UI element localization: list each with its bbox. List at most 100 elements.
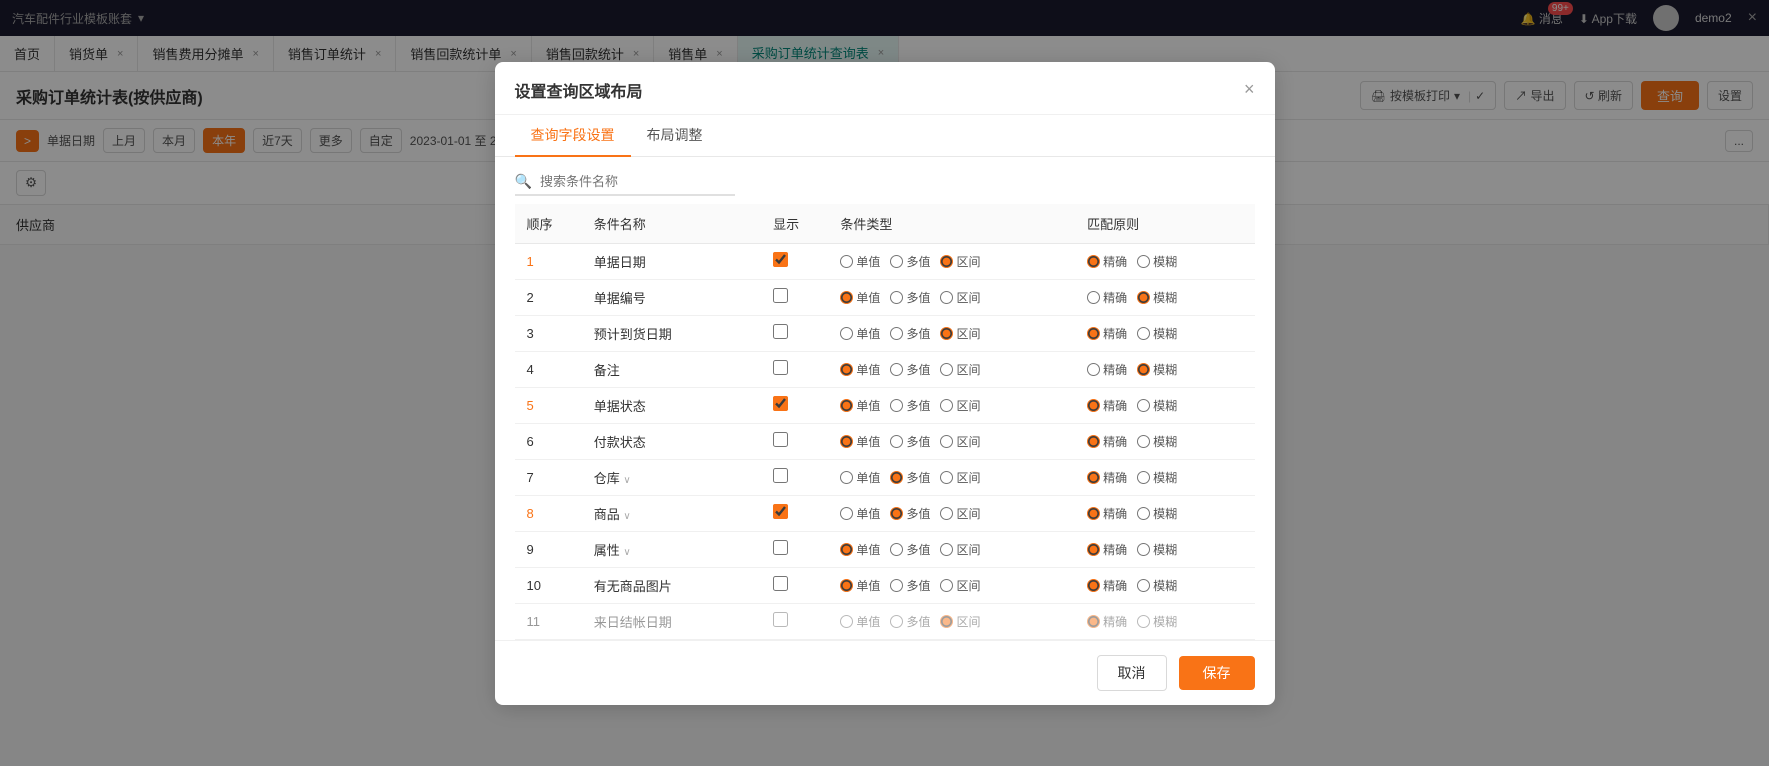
- condition-type-多值[interactable]: 多值: [890, 505, 930, 522]
- display-checkbox[interactable]: [773, 540, 788, 555]
- condition-type-区间[interactable]: 区间: [940, 361, 980, 378]
- cell-display: [761, 603, 828, 639]
- cell-condition-type: 单值多值区间: [828, 459, 1075, 495]
- condition-type-区间[interactable]: 区间: [940, 541, 980, 558]
- dropdown-arrow-icon: ∨: [623, 547, 630, 558]
- condition-type-区间[interactable]: 区间: [940, 325, 980, 342]
- condition-type-多值[interactable]: 多值: [890, 253, 930, 270]
- match-rule-精确[interactable]: 精确: [1087, 613, 1127, 630]
- display-checkbox[interactable]: [773, 252, 788, 267]
- match-rule-模糊[interactable]: 模糊: [1137, 433, 1177, 450]
- condition-type-区间[interactable]: 区间: [940, 289, 980, 306]
- condition-type-单值[interactable]: 单值: [840, 505, 880, 522]
- match-rule-精确[interactable]: 精确: [1087, 361, 1127, 378]
- display-checkbox[interactable]: [773, 432, 788, 447]
- match-rule-精确[interactable]: 精确: [1087, 253, 1127, 270]
- cell-display: [761, 423, 828, 459]
- match-rule-精确[interactable]: 精确: [1087, 505, 1127, 522]
- table-body: 1单据日期单值多值区间精确模糊2单据编号单值多值区间精确模糊3预计到货日期单值多…: [515, 243, 1255, 639]
- condition-type-多值[interactable]: 多值: [890, 613, 930, 630]
- condition-type-区间[interactable]: 区间: [940, 577, 980, 594]
- condition-type-单值[interactable]: 单值: [840, 613, 880, 630]
- condition-type-区间[interactable]: 区间: [940, 253, 980, 270]
- display-checkbox[interactable]: [773, 360, 788, 375]
- modal-overlay: 设置查询区域布局 × 查询字段设置 布局调整 🔍 顺序: [0, 0, 1769, 766]
- match-rule-精确[interactable]: 精确: [1087, 397, 1127, 414]
- modal-search-area: 🔍: [495, 157, 1275, 204]
- modal-dialog: 设置查询区域布局 × 查询字段设置 布局调整 🔍 顺序: [495, 62, 1275, 705]
- match-rule-模糊[interactable]: 模糊: [1137, 541, 1177, 558]
- modal-close-btn[interactable]: ×: [1244, 79, 1255, 100]
- display-checkbox[interactable]: [773, 396, 788, 411]
- cell-condition-name: 来日结帐日期: [582, 603, 761, 639]
- match-rule-精确[interactable]: 精确: [1087, 541, 1127, 558]
- modal-tab-layout[interactable]: 布局调整: [631, 115, 719, 157]
- match-rule-模糊[interactable]: 模糊: [1137, 613, 1177, 630]
- match-rule-模糊[interactable]: 模糊: [1137, 253, 1177, 270]
- cell-display: [761, 495, 828, 531]
- cancel-btn[interactable]: 取消: [1097, 655, 1167, 691]
- match-rule-模糊[interactable]: 模糊: [1137, 505, 1177, 522]
- match-rule-精确[interactable]: 精确: [1087, 325, 1127, 342]
- condition-type-多值[interactable]: 多值: [890, 397, 930, 414]
- display-checkbox[interactable]: [773, 468, 788, 483]
- condition-type-多值[interactable]: 多值: [890, 433, 930, 450]
- cell-condition-type: 单值多值区间: [828, 315, 1075, 351]
- condition-type-单值[interactable]: 单值: [840, 397, 880, 414]
- display-checkbox[interactable]: [773, 576, 788, 591]
- cell-condition-name: 付款状态: [582, 423, 761, 459]
- match-rule-精确[interactable]: 精确: [1087, 469, 1127, 486]
- condition-type-区间[interactable]: 区间: [940, 397, 980, 414]
- condition-type-单值[interactable]: 单值: [840, 541, 880, 558]
- condition-type-单值[interactable]: 单值: [840, 325, 880, 342]
- match-rule-模糊[interactable]: 模糊: [1137, 325, 1177, 342]
- condition-type-区间[interactable]: 区间: [940, 469, 980, 486]
- condition-type-单值[interactable]: 单值: [840, 361, 880, 378]
- match-rule-group: 精确模糊: [1087, 577, 1242, 594]
- cell-match-rule: 精确模糊: [1075, 423, 1254, 459]
- display-checkbox[interactable]: [773, 612, 788, 627]
- condition-table: 顺序 条件名称 显示 条件类型 匹配原则 1单据日期单值多值区间精确模糊2单据编…: [515, 204, 1255, 640]
- condition-type-区间[interactable]: 区间: [940, 505, 980, 522]
- modal-tab-query-field[interactable]: 查询字段设置: [515, 115, 631, 157]
- cell-condition-name: 仓库 ∨: [582, 459, 761, 495]
- display-checkbox[interactable]: [773, 504, 788, 519]
- match-rule-精确[interactable]: 精确: [1087, 577, 1127, 594]
- cell-display: [761, 531, 828, 567]
- condition-type-区间[interactable]: 区间: [940, 433, 980, 450]
- condition-type-单值[interactable]: 单值: [840, 433, 880, 450]
- match-rule-精确[interactable]: 精确: [1087, 289, 1127, 306]
- cell-display: [761, 351, 828, 387]
- condition-type-区间[interactable]: 区间: [940, 613, 980, 630]
- condition-type-单值[interactable]: 单值: [840, 253, 880, 270]
- save-btn[interactable]: 保存: [1179, 656, 1255, 690]
- condition-type-多值[interactable]: 多值: [890, 325, 930, 342]
- condition-type-group: 单值多值区间: [840, 613, 1063, 630]
- match-rule-模糊[interactable]: 模糊: [1137, 397, 1177, 414]
- condition-type-多值[interactable]: 多值: [890, 361, 930, 378]
- search-input[interactable]: [540, 174, 720, 189]
- condition-type-多值[interactable]: 多值: [890, 469, 930, 486]
- match-rule-模糊[interactable]: 模糊: [1137, 577, 1177, 594]
- condition-type-多值[interactable]: 多值: [890, 289, 930, 306]
- cell-condition-type: 单值多值区间: [828, 279, 1075, 315]
- match-rule-模糊[interactable]: 模糊: [1137, 469, 1177, 486]
- cell-order: 7: [515, 459, 582, 495]
- condition-type-多值[interactable]: 多值: [890, 541, 930, 558]
- cell-condition-name: 属性 ∨: [582, 531, 761, 567]
- modal-tabs: 查询字段设置 布局调整: [495, 115, 1275, 157]
- match-rule-精确[interactable]: 精确: [1087, 433, 1127, 450]
- match-rule-模糊[interactable]: 模糊: [1137, 361, 1177, 378]
- display-checkbox[interactable]: [773, 324, 788, 339]
- modal-header: 设置查询区域布局 ×: [495, 62, 1275, 115]
- match-rule-group: 精确模糊: [1087, 469, 1242, 486]
- table-row: 4备注单值多值区间精确模糊: [515, 351, 1255, 387]
- condition-type-单值[interactable]: 单值: [840, 577, 880, 594]
- cell-condition-type: 单值多值区间: [828, 531, 1075, 567]
- display-checkbox[interactable]: [773, 288, 788, 303]
- condition-type-单值[interactable]: 单值: [840, 469, 880, 486]
- condition-type-单值[interactable]: 单值: [840, 289, 880, 306]
- condition-type-多值[interactable]: 多值: [890, 577, 930, 594]
- match-rule-模糊[interactable]: 模糊: [1137, 289, 1177, 306]
- search-icon: 🔍: [515, 173, 532, 190]
